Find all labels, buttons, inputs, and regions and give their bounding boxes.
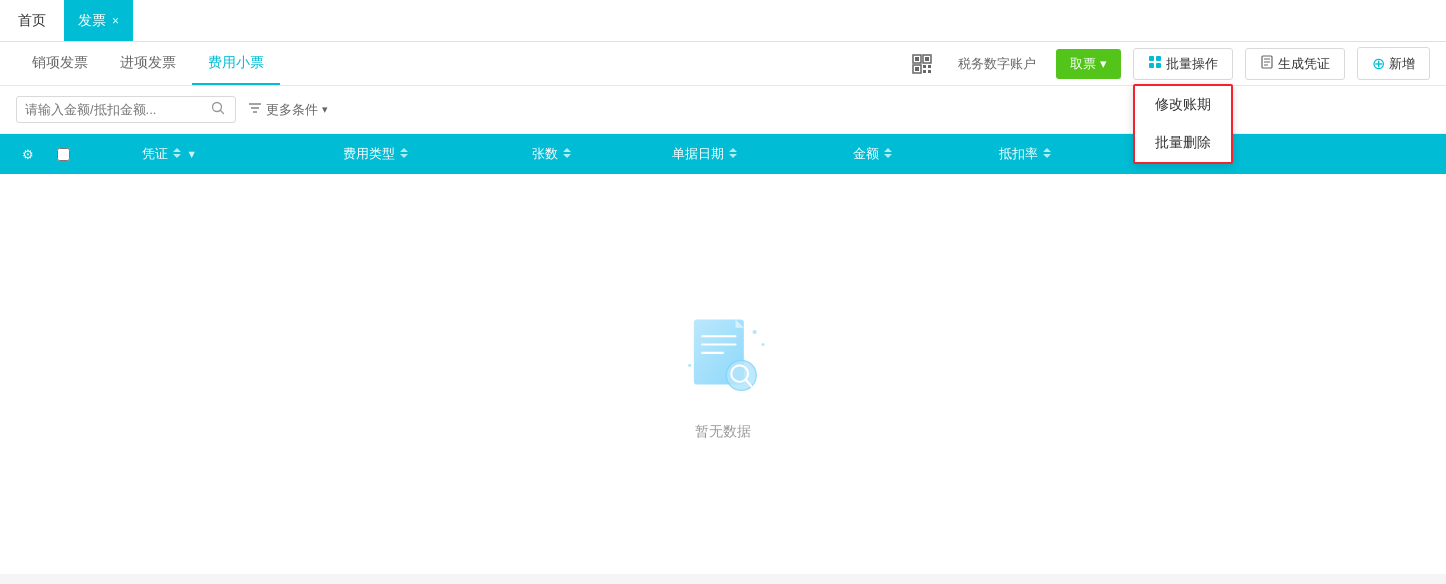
- svg-rect-6: [923, 65, 926, 68]
- col-deduct-rate: 抵扣率: [949, 145, 1102, 163]
- col-amount: 金额: [796, 145, 949, 163]
- col-count: 张数: [491, 145, 613, 163]
- svg-marker-28: [563, 154, 571, 158]
- filter-icon: [248, 101, 262, 118]
- more-conditions-button[interactable]: 更多条件 ▾: [248, 101, 328, 119]
- batch-delete[interactable]: 批量删除: [1135, 124, 1231, 162]
- svg-marker-23: [173, 148, 181, 152]
- svg-marker-24: [173, 154, 181, 158]
- generate-voucher-button[interactable]: 生成凭证: [1245, 48, 1345, 80]
- svg-line-19: [221, 111, 224, 114]
- tab-expense-receipt[interactable]: 费用小票: [192, 42, 280, 85]
- home-tab[interactable]: 首页: [0, 0, 64, 41]
- search-input[interactable]: [25, 102, 205, 117]
- new-icon: ⊕: [1372, 54, 1385, 73]
- amount-sort-icon: [883, 147, 893, 162]
- take-ticket-button[interactable]: 取票 ▾: [1056, 49, 1121, 79]
- new-entry-button[interactable]: ⊕ 新增: [1357, 47, 1430, 80]
- empty-text: 暂无数据: [695, 423, 751, 441]
- svg-rect-3: [925, 57, 929, 61]
- sub-tabs-bar: 销项发票 进项发票 费用小票: [0, 42, 1446, 86]
- toolbar-right: 税务数字账户 取票 ▾ 批量操作: [906, 47, 1430, 80]
- col-checkbox[interactable]: [48, 148, 78, 161]
- home-label: 首页: [18, 12, 46, 30]
- svg-marker-27: [563, 148, 571, 152]
- col-settings[interactable]: ⚙: [8, 147, 48, 162]
- svg-marker-33: [1043, 148, 1051, 152]
- more-conditions-dropdown-icon: ▾: [322, 103, 328, 116]
- col-voucher: 凭证 ▼: [78, 145, 261, 163]
- count-sort-icon: [562, 147, 572, 162]
- svg-rect-9: [928, 70, 931, 73]
- voucher-filter-icon[interactable]: ▼: [186, 148, 197, 160]
- svg-marker-25: [400, 148, 408, 152]
- batch-modify-period[interactable]: 修改账期: [1135, 86, 1231, 124]
- svg-rect-11: [1156, 56, 1161, 61]
- svg-point-45: [762, 343, 765, 346]
- svg-marker-26: [400, 154, 408, 158]
- svg-rect-10: [1149, 56, 1154, 61]
- tab-sales-invoice[interactable]: 销项发票: [16, 42, 104, 85]
- qr-code-button[interactable]: [906, 48, 938, 80]
- svg-rect-1: [915, 57, 919, 61]
- svg-marker-34: [1043, 154, 1051, 158]
- invoice-tab-label: 发票: [78, 12, 106, 30]
- invoice-tab-close[interactable]: ×: [112, 14, 119, 28]
- date-sort-icon: [728, 147, 738, 162]
- batch-icon: [1148, 55, 1162, 72]
- svg-rect-12: [1149, 63, 1154, 68]
- svg-rect-13: [1156, 63, 1161, 68]
- table-area: ⚙ 凭证 ▼ 费用类型: [0, 134, 1446, 574]
- voucher-sort-icon: [172, 147, 182, 162]
- empty-state: 暂无数据: [0, 174, 1446, 574]
- svg-rect-8: [923, 70, 926, 73]
- col-expense-type: 费用类型: [261, 145, 490, 163]
- empty-illustration: [673, 307, 773, 407]
- tab-purchase-invoice[interactable]: 进项发票: [104, 42, 192, 85]
- batch-ops-button[interactable]: 批量操作: [1133, 48, 1233, 80]
- svg-rect-5: [915, 67, 919, 71]
- deductrate-sort-icon: [1042, 147, 1052, 162]
- svg-marker-30: [729, 154, 737, 158]
- batch-ops-dropdown: 修改账期 批量删除: [1133, 84, 1233, 164]
- select-all-checkbox[interactable]: [57, 148, 70, 161]
- generate-icon: [1260, 55, 1274, 72]
- expense-sort-icon: [399, 147, 409, 162]
- svg-point-46: [688, 364, 691, 367]
- batch-ops-container: 批量操作 修改账期 批量删除: [1133, 48, 1233, 80]
- sub-tabs-left: 销项发票 进项发票 费用小票: [16, 42, 280, 85]
- svg-marker-29: [729, 148, 737, 152]
- search-icon[interactable]: [211, 101, 225, 118]
- invoice-tab[interactable]: 发票 ×: [64, 0, 133, 41]
- col-date: 单据日期: [613, 145, 796, 163]
- tax-account-button[interactable]: 税务数字账户: [950, 55, 1044, 73]
- svg-marker-32: [884, 154, 892, 158]
- take-dropdown-icon: ▾: [1100, 56, 1107, 71]
- svg-marker-31: [884, 148, 892, 152]
- svg-rect-7: [928, 65, 931, 68]
- svg-point-44: [753, 330, 757, 334]
- search-box: [16, 96, 236, 123]
